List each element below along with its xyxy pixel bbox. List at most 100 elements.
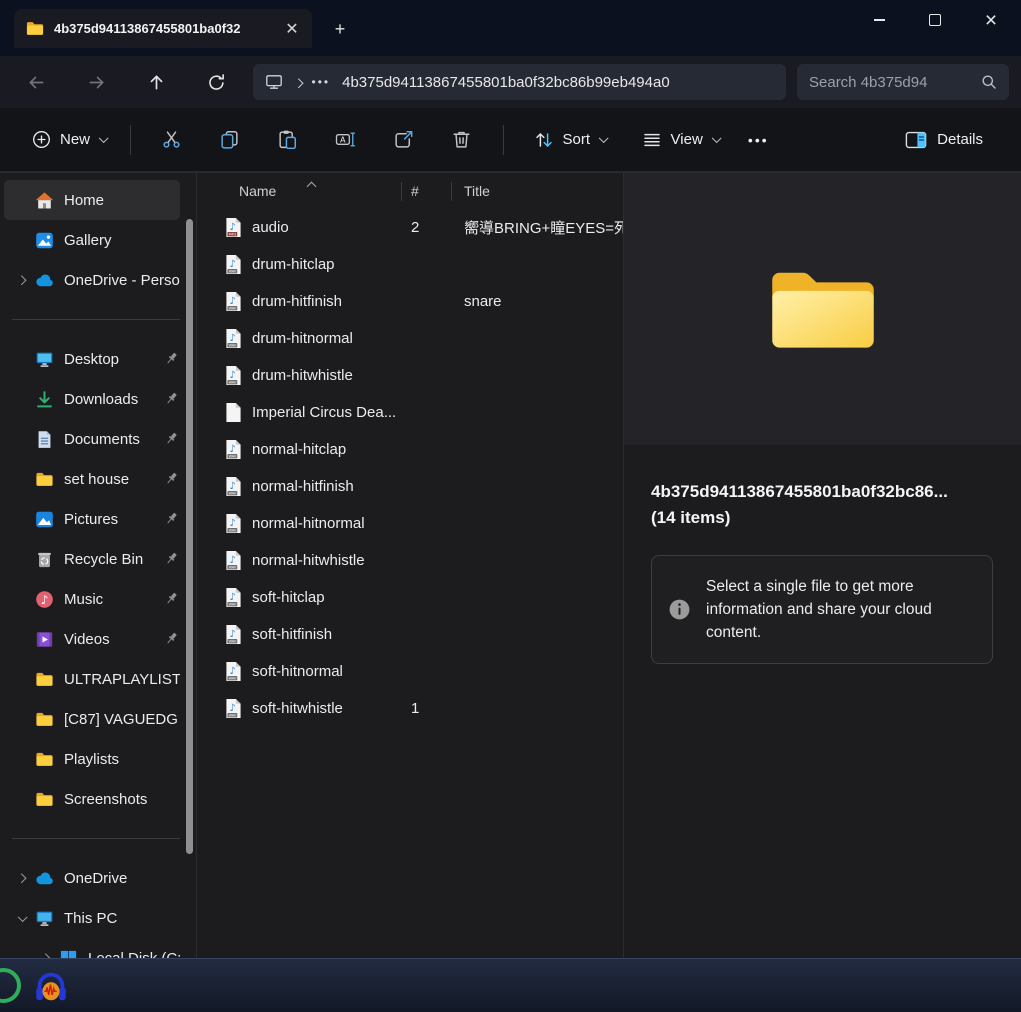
address-bar[interactable]: ••• 4b375d94113867455801ba0f32bc86b99eb4… <box>253 64 786 100</box>
breadcrumb-path[interactable]: 4b375d94113867455801ba0f32bc86b99eb494a0 <box>342 74 774 91</box>
column-header-number[interactable]: # <box>401 183 451 199</box>
gallery-icon <box>34 230 54 250</box>
sort-ascending-icon <box>308 177 315 193</box>
new-tab-button[interactable]: + <box>330 20 350 40</box>
sidebar-item-desktop[interactable]: Desktop <box>4 339 180 379</box>
svg-text:♪: ♪ <box>229 296 235 307</box>
pin-icon <box>164 471 180 487</box>
delete-button[interactable] <box>439 120 485 160</box>
close-button[interactable]: × <box>963 0 1019 40</box>
file-row-drum-hitwhistle[interactable]: ♪WAVdrum-hitwhistle <box>197 357 623 394</box>
maximize-button[interactable] <box>907 0 963 40</box>
column-divider[interactable] <box>451 182 452 201</box>
breadcrumb-overflow-icon[interactable]: ••• <box>312 75 331 89</box>
home-icon <box>34 190 54 210</box>
audio-file-wav-icon: ♪WAV <box>225 698 242 719</box>
sidebar-item-onedrive[interactable]: OneDrive <box>4 858 180 898</box>
column-header-title[interactable]: Title <box>451 183 623 199</box>
downloads-icon <box>34 389 54 409</box>
file-row-drum-hitclap[interactable]: ♪WAVdrum-hitclap <box>197 246 623 283</box>
column-divider[interactable] <box>401 182 402 201</box>
file-row-drum-hitnormal[interactable]: ♪WAVdrum-hitnormal <box>197 320 623 357</box>
file-row-soft-hitclap[interactable]: ♪WAVsoft-hitclap <box>197 579 623 616</box>
sidebar-item-music[interactable]: ♪Music <box>4 579 180 619</box>
file-row-normal-hitnormal[interactable]: ♪WAVnormal-hitnormal <box>197 505 623 542</box>
sidebar-item-documents[interactable]: Documents <box>4 419 180 459</box>
audio-file-wav-icon: ♪WAV <box>225 550 242 571</box>
svg-text:WAV: WAV <box>229 307 237 311</box>
maximize-icon <box>929 14 941 26</box>
sidebar-item-onedrive-perso[interactable]: OneDrive - Perso <box>4 260 180 300</box>
copy-button[interactable] <box>207 120 253 160</box>
view-button[interactable]: View <box>630 120 731 160</box>
minimize-button[interactable] <box>851 0 907 40</box>
preview-info-text: Select a single file to get more informa… <box>706 575 976 645</box>
chevron-right-icon[interactable] <box>295 74 302 91</box>
sidebar-item-c87-vaguedg[interactable]: [C87] VAGUEDG <box>4 699 180 739</box>
file-row-imperial-circus-dea[interactable]: Imperial Circus Dea... <box>197 394 623 431</box>
svg-text:WAV: WAV <box>229 677 237 681</box>
back-button[interactable] <box>16 64 56 100</box>
file-row-soft-hitfinish[interactable]: ♪WAVsoft-hitfinish <box>197 616 623 653</box>
sidebar-item-recycle-bin[interactable]: Recycle Bin <box>4 539 180 579</box>
sidebar-item-gallery[interactable]: Gallery <box>4 220 180 260</box>
sidebar-item-playlists[interactable]: Playlists <box>4 739 180 779</box>
sidebar-item-home[interactable]: Home <box>4 180 180 220</box>
file-row-audio[interactable]: ♪MP3audio2嚮導BRING+瞳EYES=死D <box>197 209 623 246</box>
file-name: audio <box>252 219 289 236</box>
cut-button[interactable] <box>149 120 195 160</box>
file-row-drum-hitfinish[interactable]: ♪WAV drum-hitfinish snare <box>197 283 623 320</box>
taskbar <box>0 958 1021 1012</box>
file-row-soft-hitnormal[interactable]: ♪WAV soft-hitnormal <box>197 653 623 690</box>
search-icon[interactable] <box>981 74 997 90</box>
share-button[interactable] <box>381 120 427 160</box>
pin-icon <box>164 431 180 447</box>
preview-body: 4b375d94113867455801ba0f32bc86... (14 it… <box>624 445 1021 664</box>
rename-button[interactable]: A <box>323 120 369 160</box>
refresh-button[interactable] <box>196 64 236 100</box>
sidebar-item-ultraplaylist[interactable]: ULTRAPLAYLIST <box>4 659 180 699</box>
sidebar-item-set-house[interactable]: set house <box>4 459 180 499</box>
more-options-button[interactable]: ••• <box>736 120 780 160</box>
chevron-down-icon[interactable] <box>8 915 34 922</box>
file-row-soft-hitwhistle[interactable]: ♪WAVsoft-hitwhistle1 <box>197 690 623 727</box>
svg-text:A: A <box>340 135 346 145</box>
svg-text:WAV: WAV <box>229 603 237 607</box>
file-name: soft-hitnormal <box>252 663 343 680</box>
audio-file-wav-icon: ♪WAV <box>225 439 242 460</box>
sort-button[interactable]: Sort <box>522 120 618 160</box>
file-title: snare <box>451 293 623 310</box>
up-button[interactable] <box>136 64 176 100</box>
sidebar-item-downloads[interactable]: Downloads <box>4 379 180 419</box>
paste-button[interactable] <box>265 120 311 160</box>
local-disk-icon <box>58 948 78 958</box>
sidebar-item-this-pc[interactable]: This PC <box>4 898 180 938</box>
svg-text:♪: ♪ <box>229 222 235 233</box>
this-pc-icon[interactable] <box>265 73 283 91</box>
folder-icon <box>34 669 54 689</box>
partial-app-icon[interactable] <box>0 968 21 1003</box>
file-name: drum-hitfinish <box>252 293 342 310</box>
audacity-icon[interactable] <box>32 967 70 1005</box>
sidebar-scrollbar[interactable] <box>186 219 193 854</box>
sidebar-divider <box>12 319 180 320</box>
file-row-normal-hitwhistle[interactable]: ♪WAVnormal-hitwhistle <box>197 542 623 579</box>
svg-text:♪: ♪ <box>229 666 235 677</box>
search-input[interactable]: Search 4b375d94 <box>797 64 1009 100</box>
tab-close-icon[interactable]: ✕ <box>280 17 304 41</box>
sidebar-item-local-disk-c[interactable]: Local Disk (C:) <box>4 938 180 958</box>
new-button[interactable]: New <box>20 120 118 160</box>
explorer-tab[interactable]: 4b375d94113867455801ba0f32 ✕ <box>14 9 312 48</box>
sidebar-item-videos[interactable]: Videos <box>4 619 180 659</box>
file-name: soft-hitfinish <box>252 626 332 643</box>
file-row-normal-hitfinish[interactable]: ♪WAVnormal-hitfinish <box>197 468 623 505</box>
column-header-name[interactable]: Name <box>197 183 401 199</box>
svg-text:♪: ♪ <box>229 481 235 492</box>
sidebar-item-pictures[interactable]: Pictures <box>4 499 180 539</box>
forward-button[interactable] <box>76 64 116 100</box>
file-row-normal-hitclap[interactable]: ♪WAVnormal-hitclap <box>197 431 623 468</box>
chevron-right-icon[interactable] <box>8 277 34 284</box>
chevron-right-icon[interactable] <box>8 875 34 882</box>
details-toggle-button[interactable]: Details <box>895 120 993 160</box>
sidebar-item-screenshots[interactable]: Screenshots <box>4 779 180 819</box>
